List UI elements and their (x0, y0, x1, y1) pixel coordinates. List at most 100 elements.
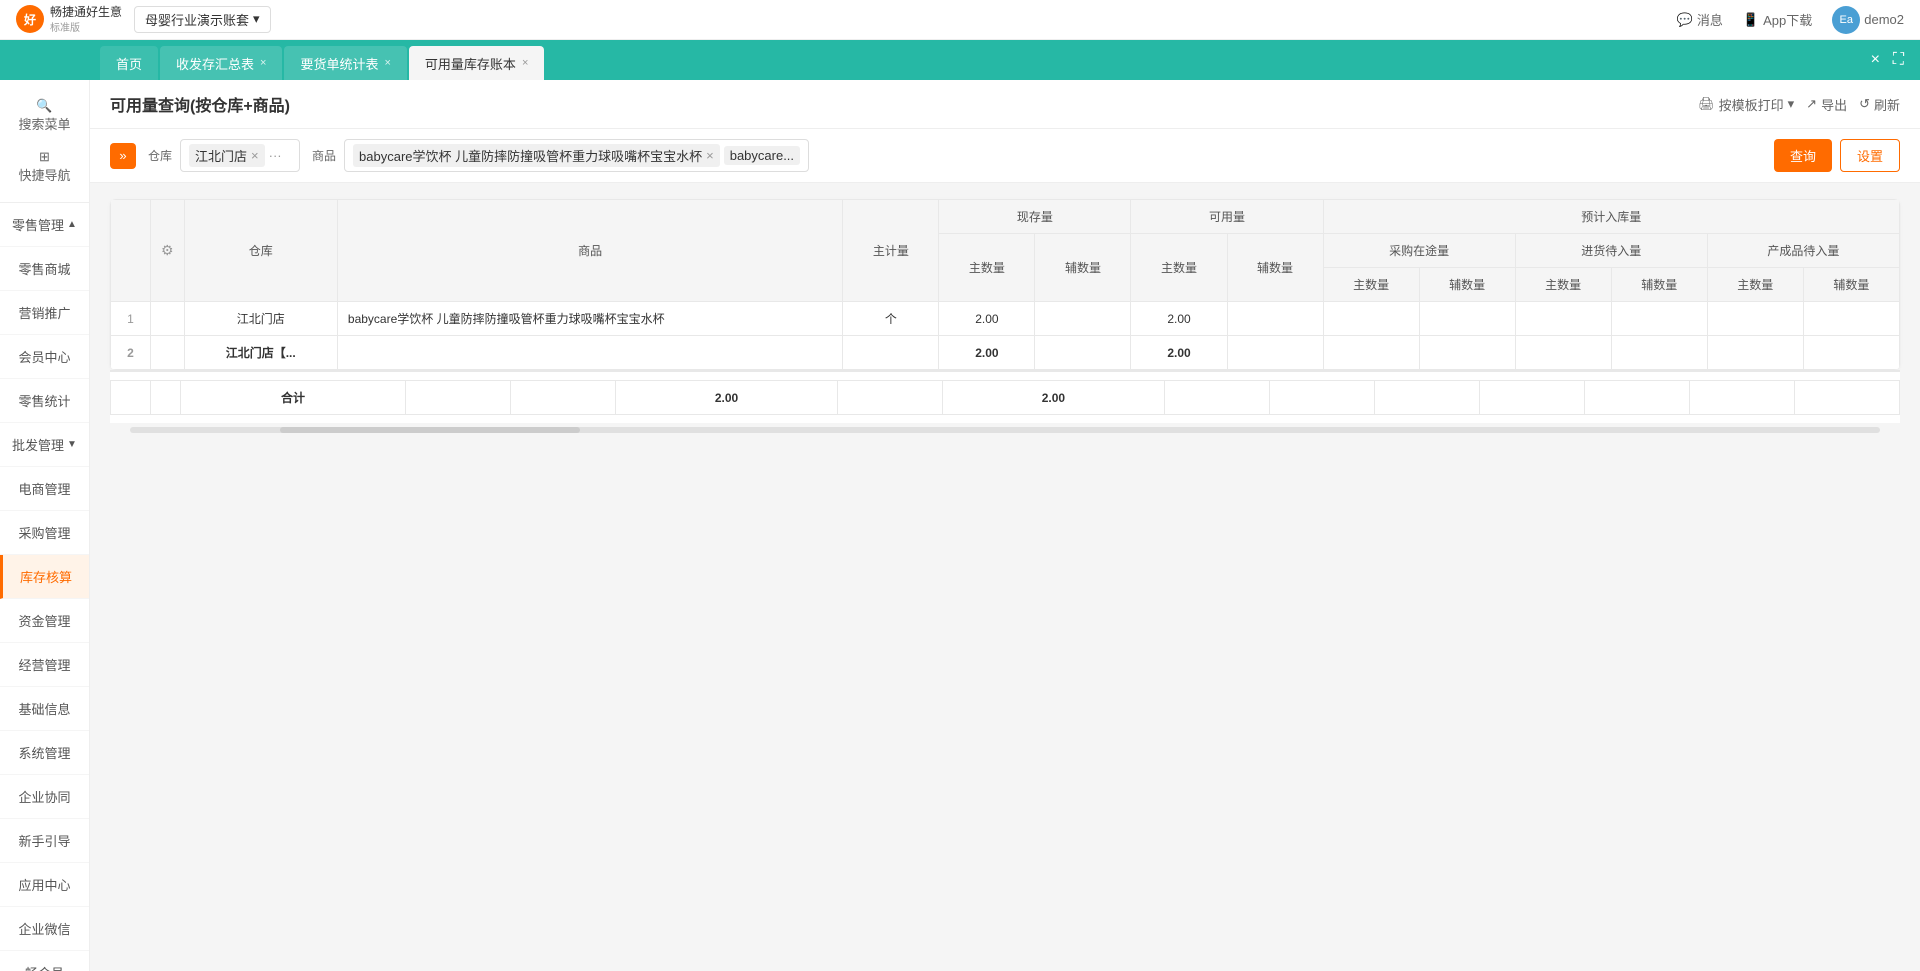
product-input[interactable]: babycare学饮杯 儿童防摔防撞吸管杯重力球吸嘴杯宝宝水杯 × babyca… (344, 139, 809, 172)
product-tag-1-value: babycare学饮杯 儿童防摔防撞吸管杯重力球吸嘴杯宝宝水杯 (359, 146, 702, 165)
tab-income[interactable]: 收发存汇总表 × (160, 46, 282, 80)
sidebar-item-enterprise-label: 企业协同 (18, 787, 70, 806)
product-tag-2-value: babycare... (730, 148, 794, 163)
warehouse-input[interactable]: 江北门店 × ··· (180, 139, 300, 172)
sidebar-item-vip[interactable]: 畅会员 (0, 951, 89, 971)
tab-inventory-close[interactable]: × (522, 57, 528, 69)
logo-icon: 好 (16, 5, 44, 33)
sidebar-item-appstore[interactable]: 应用中心 (0, 863, 89, 907)
th-planned-group: 预计入库量 (1323, 200, 1899, 234)
cell-avail-aux (1227, 302, 1323, 336)
footer-goods-main (1479, 381, 1584, 415)
sidebar-item-marketing-label: 营销推广 (18, 303, 70, 322)
footer-goods-aux (1584, 381, 1689, 415)
th-row-num (111, 200, 151, 302)
product-filter-group: 商品 babycare学饮杯 儿童防摔防撞吸管杯重力球吸嘴杯宝宝水杯 × bab… (312, 139, 809, 172)
cell-settings (151, 302, 185, 336)
warehouse-dots[interactable]: ··· (269, 148, 282, 163)
app-download-item[interactable]: 📱 App下载 (1743, 10, 1812, 29)
sidebar-item-marketing[interactable]: 营销推广 (0, 291, 89, 335)
th-avail-aux: 辅数量 (1227, 234, 1323, 302)
sidebar-item-retail-mgmt[interactable]: 零售管理 ▲ (0, 203, 89, 247)
setting-button[interactable]: 设置 (1840, 139, 1900, 172)
sidebar-item-retail-stat[interactable]: 零售统计 (0, 379, 89, 423)
sidebar-item-retail-mgmt-label: 零售管理 (12, 215, 64, 234)
sidebar-item-retail-mall[interactable]: 零售商城 (0, 247, 89, 291)
th-goods-main: 主数量 (1515, 268, 1611, 302)
user-label: demo2 (1864, 12, 1904, 27)
sidebar-item-newbie[interactable]: 新手引导 (0, 819, 89, 863)
th-purchase-group: 采购在途量 (1323, 234, 1515, 268)
scroll-track[interactable] (130, 427, 1880, 433)
cell-avail-aux (1227, 336, 1323, 370)
page-title: 可用量查询(按仓库+商品) (110, 92, 290, 116)
th-stock-main: 主数量 (939, 234, 1035, 302)
cell-avail-main: 2.00 (1131, 302, 1227, 336)
page-header: 可用量查询(按仓库+商品) 🖨 按模板打印 ▾ ↗ 导出 ↺ 刷新 (90, 80, 1920, 129)
sidebar-item-basic[interactable]: 基础信息 (0, 687, 89, 731)
sidebar-item-wholesale[interactable]: 批发管理 ▼ (0, 423, 89, 467)
logo-sub: 标准版 (50, 19, 122, 34)
top-bar-right: 💬 消息 📱 App下载 Ea demo2 (1677, 6, 1904, 34)
table-area: ⚙ 仓库 商品 主计量 现存量 可用量 预计入库量 主数量 辅数量 主数量 辅数… (90, 183, 1920, 971)
sidebar-nav-label: 快捷导航 (8, 165, 81, 184)
th-stock-aux: 辅数量 (1035, 234, 1131, 302)
sidebar-item-wholesale-label: 批发管理 (12, 435, 64, 454)
footer-avail-aux (1164, 381, 1269, 415)
tab-inventory[interactable]: 可用量库存账本 × (409, 46, 544, 80)
sidebar-item-vip-label: 畅会员 (25, 963, 64, 971)
fullscreen-icon[interactable]: ⛶ (1893, 51, 1904, 69)
sidebar-search[interactable]: 🔍 搜索菜单 (0, 90, 89, 141)
cell-product-main (1707, 302, 1803, 336)
sidebar-item-ecom-label: 电商管理 (18, 479, 70, 498)
expand-icon: » (119, 148, 126, 163)
sidebar-nav[interactable]: ⊞ 快捷导航 (0, 141, 89, 192)
tab-order-close[interactable]: × (384, 57, 390, 69)
message-item[interactable]: 💬 消息 (1677, 10, 1723, 29)
filter-expand-button[interactable]: » (110, 143, 136, 169)
cell-product (337, 336, 842, 370)
cell-row-num: 1 (111, 302, 151, 336)
export-button[interactable]: ↗ 导出 (1806, 95, 1847, 114)
th-settings[interactable]: ⚙ (151, 200, 185, 302)
scroll-thumb[interactable] (280, 427, 580, 433)
close-all-icon[interactable]: × (1871, 51, 1880, 69)
sidebar-item-ecom[interactable]: 电商管理 (0, 467, 89, 511)
sidebar-item-purchase[interactable]: 采购管理 (0, 511, 89, 555)
sidebar: 🔍 搜索菜单 ⊞ 快捷导航 零售管理 ▲ 零售商城 营销推广 会员中心 零售统计… (0, 80, 90, 971)
th-warehouse: 仓库 (184, 200, 337, 302)
tab-home[interactable]: 首页 (100, 46, 158, 80)
template-print-button[interactable]: 🖨 按模板打印 ▾ (1698, 95, 1794, 114)
filter-actions: 查询 设置 (1774, 139, 1900, 172)
chevron-down-icon: ▾ (253, 11, 260, 27)
product-label: 商品 (312, 147, 336, 164)
sidebar-item-appstore-label: 应用中心 (18, 875, 70, 894)
cell-unit: 个 (843, 302, 939, 336)
sidebar-item-operation[interactable]: 经营管理 (0, 643, 89, 687)
sidebar-item-member[interactable]: 会员中心 (0, 335, 89, 379)
cell-stock-main: 2.00 (939, 302, 1035, 336)
logo-area: 好 畅捷通好生意 标准版 (16, 5, 122, 34)
sidebar-item-enterprise[interactable]: 企业协同 (0, 775, 89, 819)
footer-product-aux (1794, 381, 1899, 415)
th-product: 商品 (337, 200, 842, 302)
sidebar-item-system[interactable]: 系统管理 (0, 731, 89, 775)
footer-purchase-main (1269, 381, 1374, 415)
query-button[interactable]: 查询 (1774, 139, 1832, 172)
sidebar-top: 🔍 搜索菜单 ⊞ 快捷导航 (0, 80, 89, 203)
sidebar-item-wecom[interactable]: 企业微信 (0, 907, 89, 951)
top-bar-left: 好 畅捷通好生意 标准版 母婴行业演示账套 ▾ (16, 5, 271, 34)
refresh-button[interactable]: ↺ 刷新 (1859, 95, 1900, 114)
industry-selector[interactable]: 母婴行业演示账套 ▾ (134, 6, 271, 33)
warehouse-tag-close[interactable]: × (251, 148, 259, 163)
product-tag-1-close[interactable]: × (706, 148, 714, 163)
sidebar-item-finance[interactable]: 资金管理 (0, 599, 89, 643)
user-item[interactable]: Ea demo2 (1832, 6, 1904, 34)
sidebar-item-inventory-check[interactable]: 库存核算 (0, 555, 89, 599)
tab-order[interactable]: 要货单统计表 × (284, 46, 406, 80)
tab-income-close[interactable]: × (260, 57, 266, 69)
settings-icon[interactable]: ⚙ (161, 242, 174, 258)
th-goods-group: 进货待入量 (1515, 234, 1707, 268)
cell-settings (151, 336, 185, 370)
footer-empty-1 (111, 381, 151, 415)
